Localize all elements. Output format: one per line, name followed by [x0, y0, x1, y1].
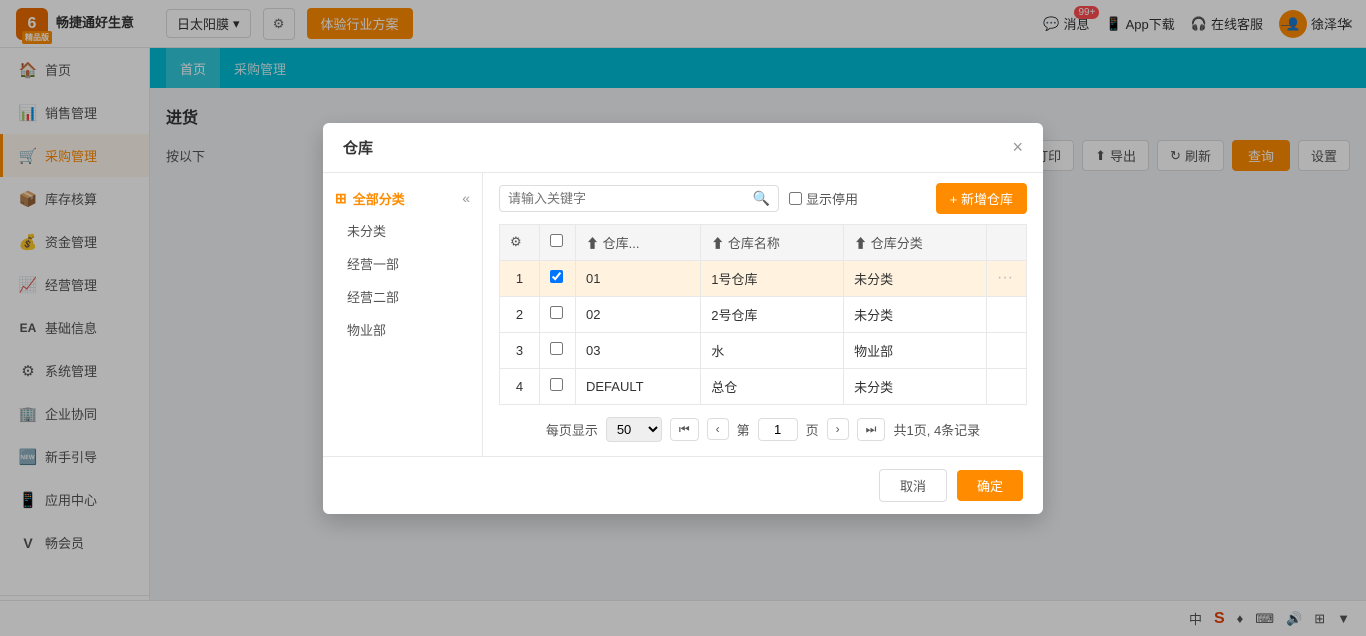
row-num: 2 [500, 296, 540, 332]
table-head: ⚙ ⬆ 仓库... ⬆ 仓库名称 [500, 224, 1027, 260]
category-item-ops2[interactable]: 经营二部 [323, 280, 482, 313]
row-num: 3 [500, 332, 540, 368]
table-body: 1 01 1号仓库 未分类 ··· 2 [500, 260, 1027, 404]
more-icon[interactable]: ··· [997, 269, 1013, 286]
page-suffix: 页 [806, 420, 819, 439]
total-info: 共1页, 4条记录 [893, 420, 980, 439]
category-all-label: ⊞ 全部分类 [335, 189, 405, 208]
row-code: 01 [576, 260, 701, 296]
category-item-unclassified[interactable]: 未分类 [323, 214, 482, 247]
row-name: 2号仓库 [701, 296, 844, 332]
table-row[interactable]: 1 01 1号仓库 未分类 ··· [500, 260, 1027, 296]
category-header[interactable]: ⊞ 全部分类 « [323, 183, 482, 214]
row-checkbox[interactable] [550, 378, 563, 391]
row-name: 1号仓库 [701, 260, 844, 296]
modal-overlay[interactable]: 仓库 × ⊞ 全部分类 « 未分类 经营一部 经营二部 物业部 [0, 0, 1366, 636]
confirm-button[interactable]: 确定 [957, 470, 1023, 501]
modal-footer: 取消 确定 [323, 456, 1043, 514]
collapse-icon[interactable]: « [462, 190, 470, 206]
row-category: 未分类 [844, 368, 987, 404]
last-page-button[interactable]: ⏭ [857, 418, 886, 441]
per-page-label: 每页显示 [546, 420, 598, 439]
col-checkbox [540, 224, 576, 260]
pagination-bar: 每页显示 50 10 20 100 ⏮ ‹ 第 页 › ⏭ 共1页, 4条记录 [499, 405, 1027, 446]
category-sidebar: ⊞ 全部分类 « 未分类 经营一部 经营二部 物业部 [323, 173, 483, 456]
col-category: ⬆ 仓库分类 [844, 224, 987, 260]
col-settings: ⚙ [500, 224, 540, 260]
row-num: 1 [500, 260, 540, 296]
row-code: DEFAULT [576, 368, 701, 404]
search-icon: 🔍 [753, 190, 770, 207]
row-category: 未分类 [844, 260, 987, 296]
table-row[interactable]: 3 03 水 物业部 [500, 332, 1027, 368]
show-disabled-label: 显示停用 [806, 189, 858, 208]
col-name: ⬆ 仓库名称 [701, 224, 844, 260]
search-input-wrap: 🔍 [499, 185, 779, 212]
row-checkbox[interactable] [550, 342, 563, 355]
row-name: 水 [701, 332, 844, 368]
page-number-input[interactable] [758, 418, 798, 441]
grid-icon: ⊞ [335, 190, 347, 207]
table-row[interactable]: 4 DEFAULT 总仓 未分类 [500, 368, 1027, 404]
row-checkbox[interactable] [550, 270, 563, 283]
row-category: 未分类 [844, 296, 987, 332]
row-code: 03 [576, 332, 701, 368]
warehouse-modal: 仓库 × ⊞ 全部分类 « 未分类 经营一部 经营二部 物业部 [323, 123, 1043, 514]
table-header-row: ⚙ ⬆ 仓库... ⬆ 仓库名称 [500, 224, 1027, 260]
select-all-checkbox[interactable] [550, 234, 563, 247]
warehouse-table: ⚙ ⬆ 仓库... ⬆ 仓库名称 [499, 224, 1027, 405]
show-disabled-checkbox-label[interactable]: 显示停用 [789, 189, 858, 208]
row-more [987, 332, 1027, 368]
row-checkbox-cell [540, 368, 576, 404]
row-checkbox-cell [540, 296, 576, 332]
table-row[interactable]: 2 02 2号仓库 未分类 [500, 296, 1027, 332]
row-code: 02 [576, 296, 701, 332]
table-toolbar: 🔍 显示停用 + 新增仓库 [499, 183, 1027, 214]
search-input[interactable] [508, 191, 753, 206]
modal-header: 仓库 × [323, 123, 1043, 173]
category-item-ops1[interactable]: 经营一部 [323, 247, 482, 280]
row-more: ··· [987, 260, 1027, 296]
row-num: 4 [500, 368, 540, 404]
table-wrapper: ⚙ ⬆ 仓库... ⬆ 仓库名称 [499, 224, 1027, 405]
row-checkbox[interactable] [550, 306, 563, 319]
first-page-button[interactable]: ⏮ [670, 418, 699, 441]
row-category: 物业部 [844, 332, 987, 368]
per-page-select[interactable]: 50 10 20 100 [606, 417, 662, 442]
modal-close-button[interactable]: × [1012, 138, 1023, 156]
category-item-property[interactable]: 物业部 [323, 313, 482, 346]
row-name: 总仓 [701, 368, 844, 404]
prev-page-button[interactable]: ‹ [707, 418, 729, 440]
col-code: ⬆ 仓库... [576, 224, 701, 260]
table-area: 🔍 显示停用 + 新增仓库 ⚙ [483, 173, 1043, 456]
row-more [987, 296, 1027, 332]
row-checkbox-cell [540, 332, 576, 368]
next-page-button[interactable]: › [827, 418, 849, 440]
modal-body: ⊞ 全部分类 « 未分类 经营一部 经营二部 物业部 🔍 [323, 173, 1043, 456]
page-label: 第 [737, 420, 750, 439]
cancel-button[interactable]: 取消 [879, 469, 947, 502]
row-more [987, 368, 1027, 404]
show-disabled-checkbox[interactable] [789, 192, 802, 205]
modal-title: 仓库 [343, 137, 373, 158]
col-more [987, 224, 1027, 260]
add-warehouse-button[interactable]: + 新增仓库 [936, 183, 1027, 214]
row-checkbox-cell [540, 260, 576, 296]
